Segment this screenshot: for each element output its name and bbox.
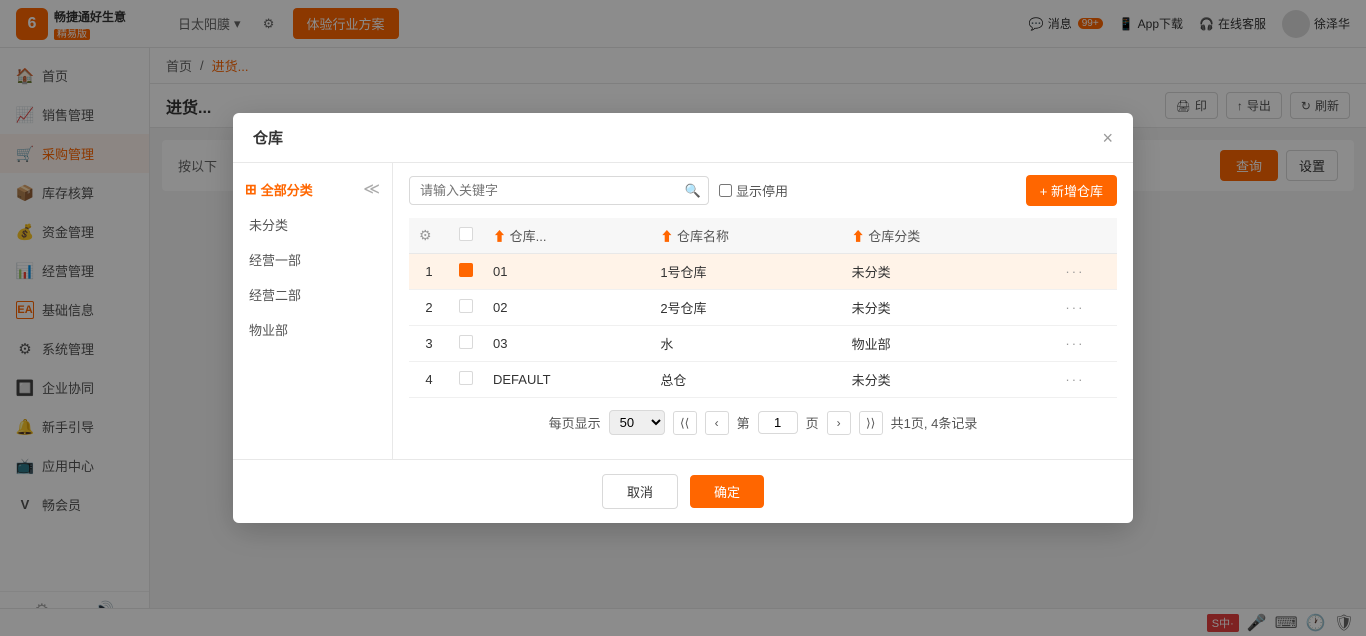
th-category: ⬆ 仓库分类	[842, 218, 1033, 254]
table-body: 1 01 1号仓库 未分类 ··· 2 02 2号仓库 未分类 ··· 3 03…	[409, 254, 1117, 398]
th-checkbox	[449, 218, 483, 254]
warehouse-modal: 仓库 × ⊞ 全部分类 ≪ 未分类 经营一部 经营二部 物业部	[233, 113, 1133, 523]
th-name: ⬆ 仓库名称	[650, 218, 841, 254]
search-input[interactable]	[409, 176, 709, 205]
settings-icon: ⚙	[419, 227, 432, 243]
page-suffix: 页	[806, 413, 819, 432]
category-all[interactable]: ⊞ 全部分类	[245, 180, 313, 199]
select-all-checkbox[interactable]	[459, 227, 473, 241]
next-page-button[interactable]: ›	[827, 411, 851, 435]
total-info: 共1页, 4条记录	[891, 413, 978, 432]
row-checkbox[interactable]	[449, 362, 483, 398]
table-row[interactable]: 2 02 2号仓库 未分类 ···	[409, 290, 1117, 326]
category-item-operations2[interactable]: 经营二部	[233, 277, 392, 312]
collapse-button[interactable]: ≪	[363, 179, 380, 199]
table-header: ⚙ ⬆ 仓库... ⬆	[409, 218, 1117, 254]
grid-icon: ⊞	[245, 181, 257, 198]
category-header: ⊞ 全部分类 ≪	[233, 171, 392, 207]
row-actions[interactable]: ···	[1033, 326, 1117, 362]
confirm-button[interactable]: 确定	[690, 475, 764, 508]
modal-title: 仓库	[253, 127, 283, 148]
last-page-button[interactable]: ⟩⟩	[859, 411, 883, 435]
row-num: 2	[409, 290, 449, 326]
row-checkbox[interactable]	[449, 290, 483, 326]
row-num: 3	[409, 326, 449, 362]
row-num: 4	[409, 362, 449, 398]
row-code: DEFAULT	[483, 362, 650, 398]
row-name: 水	[650, 326, 841, 362]
row-checkbox[interactable]	[449, 326, 483, 362]
row-category: 未分类	[842, 362, 1033, 398]
category-item-operations1[interactable]: 经营一部	[233, 242, 392, 277]
modal-body: ⊞ 全部分类 ≪ 未分类 经营一部 经营二部 物业部 🔍	[233, 163, 1133, 459]
sort-icon-code: ⬆	[493, 229, 506, 244]
pagination: 每页显示 50 100 200 ⟨⟨ ‹ 第 页 › ⟩⟩ 共1页, 4条记录	[409, 398, 1117, 447]
row-name: 总仓	[650, 362, 841, 398]
category-panel: ⊞ 全部分类 ≪ 未分类 经营一部 经营二部 物业部	[233, 163, 393, 459]
row-num: 1	[409, 254, 449, 290]
table-container: ⚙ ⬆ 仓库... ⬆	[409, 218, 1117, 398]
table-panel: 🔍 显示停用 + 新增仓库 ⚙	[393, 163, 1133, 459]
category-item-property[interactable]: 物业部	[233, 312, 392, 347]
table-row[interactable]: 3 03 水 物业部 ···	[409, 326, 1117, 362]
prev-page-button[interactable]: ‹	[705, 411, 729, 435]
row-actions[interactable]: ···	[1033, 290, 1117, 326]
row-checkbox[interactable]	[449, 254, 483, 290]
th-actions	[1033, 218, 1117, 254]
sort-icon-name: ⬆	[660, 229, 673, 244]
modal-header: 仓库 ×	[233, 113, 1133, 163]
search-icon[interactable]: 🔍	[685, 183, 701, 199]
page-label: 第	[737, 413, 750, 432]
cancel-button[interactable]: 取消	[602, 474, 678, 509]
row-code: 03	[483, 326, 650, 362]
row-category: 物业部	[842, 326, 1033, 362]
sort-icon-category: ⬆	[852, 229, 865, 244]
modal-footer: 取消 确定	[233, 459, 1133, 523]
row-code: 01	[483, 254, 650, 290]
th-settings[interactable]: ⚙	[409, 218, 449, 254]
row-name: 1号仓库	[650, 254, 841, 290]
row-name: 2号仓库	[650, 290, 841, 326]
row-actions[interactable]: ···	[1033, 362, 1117, 398]
modal-close-button[interactable]: ×	[1102, 129, 1113, 147]
row-category: 未分类	[842, 254, 1033, 290]
search-input-wrap: 🔍	[409, 176, 709, 205]
modal-overlay: 仓库 × ⊞ 全部分类 ≪ 未分类 经营一部 经营二部 物业部	[0, 0, 1366, 636]
show-disabled-checkbox[interactable]	[719, 184, 732, 197]
row-actions[interactable]: ···	[1033, 254, 1117, 290]
table-row[interactable]: 4 DEFAULT 总仓 未分类 ···	[409, 362, 1117, 398]
show-disabled-label: 显示停用	[719, 181, 788, 200]
per-page-label: 每页显示	[549, 413, 601, 432]
row-category: 未分类	[842, 290, 1033, 326]
first-page-button[interactable]: ⟨⟨	[673, 411, 697, 435]
row-code: 02	[483, 290, 650, 326]
table-row[interactable]: 1 01 1号仓库 未分类 ···	[409, 254, 1117, 290]
page-input[interactable]	[758, 411, 798, 434]
per-page-select[interactable]: 50 100 200	[609, 410, 665, 435]
category-item-unclassified[interactable]: 未分类	[233, 207, 392, 242]
warehouse-table: ⚙ ⬆ 仓库... ⬆	[409, 218, 1117, 398]
search-bar: 🔍 显示停用 + 新增仓库	[409, 175, 1117, 206]
th-code: ⬆ 仓库...	[483, 218, 650, 254]
add-warehouse-button[interactable]: + 新增仓库	[1026, 175, 1117, 206]
